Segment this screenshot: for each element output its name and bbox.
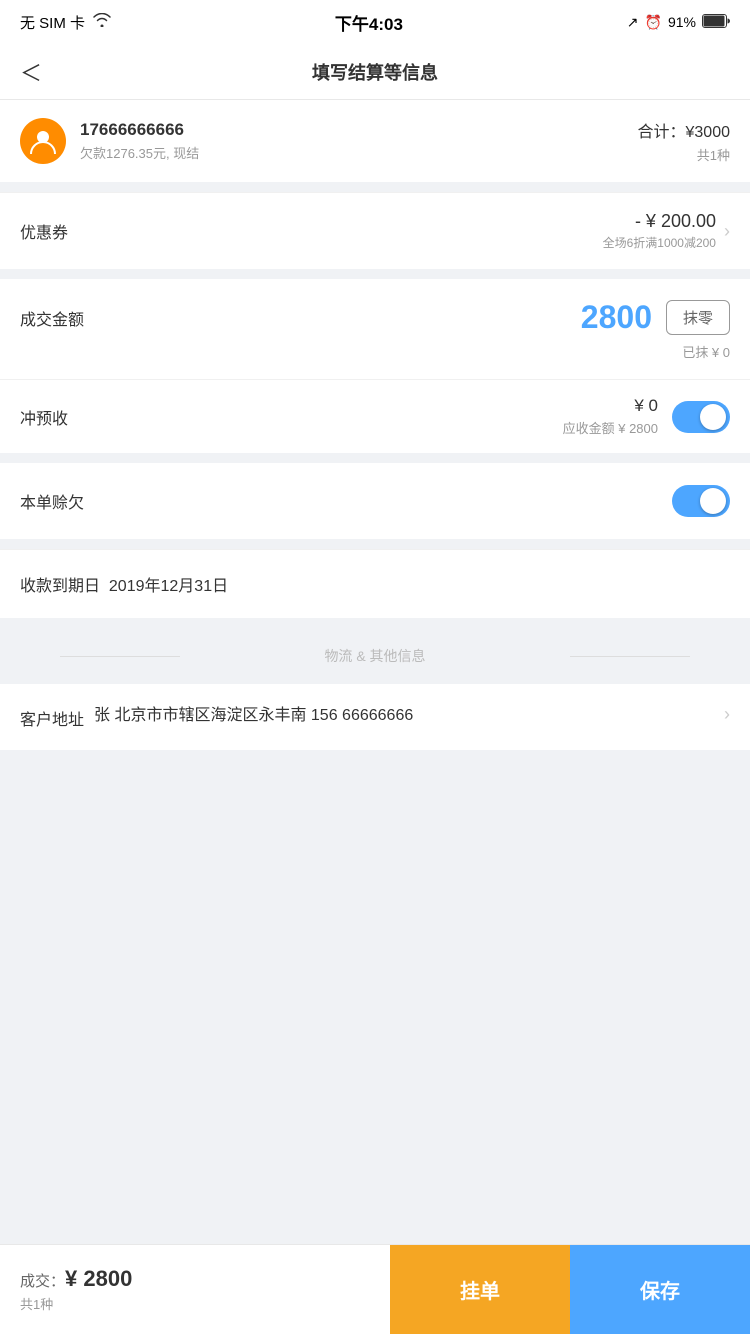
avatar: [20, 118, 66, 164]
bottom-count: 共1种: [20, 1294, 370, 1313]
prepay-section: 冲预收 ¥ 0 应收金额 ¥ 2800: [0, 379, 750, 453]
deal-amount-row: 成交金额 2800 抹零: [20, 299, 730, 342]
bottom-deal-amount: ¥ 2800: [65, 1266, 132, 1291]
coupon-desc: 全场6折满1000减200: [603, 234, 716, 251]
status-left: 无 SIM 卡: [20, 12, 111, 33]
logistics-header: 物流 & 其他信息: [0, 628, 750, 684]
due-date-section: 收款到期日 2019年12月31日: [0, 549, 750, 618]
coupon-value: - ¥ 200.00 全场6折满1000减200: [603, 211, 716, 251]
bottom-summary: 成交：¥ 2800 共1种: [0, 1266, 390, 1313]
customer-debt: 欠款1276.35元, 现结: [80, 143, 199, 162]
location-icon: ↗: [627, 14, 639, 31]
carrier-text: 无 SIM 卡: [20, 12, 85, 33]
customer-phone: 17666666666: [80, 120, 199, 140]
hold-button-label: 挂单: [460, 1275, 500, 1304]
deal-amount-sub: 已抹 ¥ 0: [20, 342, 730, 379]
credit-toggle[interactable]: [672, 485, 730, 517]
deal-amount-section: 成交金额 2800 抹零 已抹 ¥ 0 冲预收 ¥ 0 应收金额 ¥ 2800: [0, 279, 750, 453]
alarm-icon: ⏰: [645, 14, 662, 31]
credit-section: 本单赊欠: [0, 463, 750, 539]
credit-toggle-knob: [700, 488, 726, 514]
customer-right: 合计：¥3000 共1种: [638, 118, 731, 164]
bottom-spacer: [0, 760, 750, 850]
status-time: 下午4:03: [335, 10, 403, 35]
due-date-label: 收款到期日 2019年12月31日: [20, 578, 228, 595]
bottom-bar: 成交：¥ 2800 共1种 挂单 保存: [0, 1244, 750, 1334]
deal-amount-value: 2800: [581, 299, 652, 336]
total-amount: 合计：¥3000: [638, 118, 731, 142]
customer-info: 17666666666 欠款1276.35元, 现结: [80, 120, 199, 162]
back-button[interactable]: ＜: [20, 56, 42, 88]
save-button-label: 保存: [640, 1275, 680, 1304]
prepay-label: 冲预收: [20, 405, 68, 429]
prepay-row: 冲预收 ¥ 0 应收金额 ¥ 2800: [20, 396, 730, 437]
customer-row: 17666666666 欠款1276.35元, 现结 合计：¥3000 共1种: [0, 100, 750, 182]
coupon-row[interactable]: 优惠券 - ¥ 200.00 全场6折满1000减200 ›: [0, 192, 750, 269]
battery-icon: [702, 14, 730, 31]
prepay-right: ¥ 0 应收金额 ¥ 2800: [563, 396, 730, 437]
coupon-right: - ¥ 200.00 全场6折满1000减200 ›: [603, 211, 730, 251]
status-right: ↗ ⏰ 91%: [627, 14, 730, 31]
address-label: 客户地址: [20, 704, 84, 730]
prepay-amount-col: ¥ 0 应收金额 ¥ 2800: [563, 396, 658, 437]
credit-label: 本单赊欠: [20, 489, 84, 513]
save-button[interactable]: 保存: [570, 1245, 750, 1334]
logistics-header-text: 物流 & 其他信息: [324, 648, 425, 664]
prepay-toggle-knob: [700, 404, 726, 430]
nav-bar: ＜ 填写结算等信息: [0, 44, 750, 100]
wifi-icon: [93, 13, 111, 31]
address-chevron-icon: ›: [724, 704, 730, 725]
address-section[interactable]: 客户地址 张 北京市市辖区海淀区永丰南 156 66666666 ›: [0, 684, 750, 750]
content: 17666666666 欠款1276.35元, 现结 合计：¥3000 共1种 …: [0, 100, 750, 940]
prepay-amount: ¥ 0: [563, 396, 658, 416]
nav-title: 填写结算等信息: [312, 59, 438, 85]
bottom-deal-row: 成交：¥ 2800: [20, 1266, 370, 1292]
status-bar: 无 SIM 卡 下午4:03 ↗ ⏰ 91%: [0, 0, 750, 44]
bottom-deal-label: 成交：: [20, 1273, 65, 1290]
hold-button[interactable]: 挂单: [390, 1245, 570, 1334]
address-value: 张 北京市市辖区海淀区永丰南 156 66666666: [94, 704, 714, 728]
customer-left: 17666666666 欠款1276.35元, 现结: [20, 118, 199, 164]
deal-amount-label: 成交金额: [20, 306, 84, 330]
total-count: 共1种: [638, 145, 731, 164]
coupon-label: 优惠券: [20, 219, 68, 243]
prepay-toggle[interactable]: [672, 401, 730, 433]
round-zero-button[interactable]: 抹零: [666, 300, 730, 335]
coupon-chevron-icon: ›: [724, 221, 730, 242]
prepay-due: 应收金额 ¥ 2800: [563, 418, 658, 437]
coupon-amount: - ¥ 200.00: [603, 211, 716, 232]
battery-text: 91%: [668, 14, 696, 30]
deal-amount-right: 2800 抹零: [581, 299, 730, 336]
deal-amount-inner: 成交金额 2800 抹零 已抹 ¥ 0: [0, 279, 750, 379]
